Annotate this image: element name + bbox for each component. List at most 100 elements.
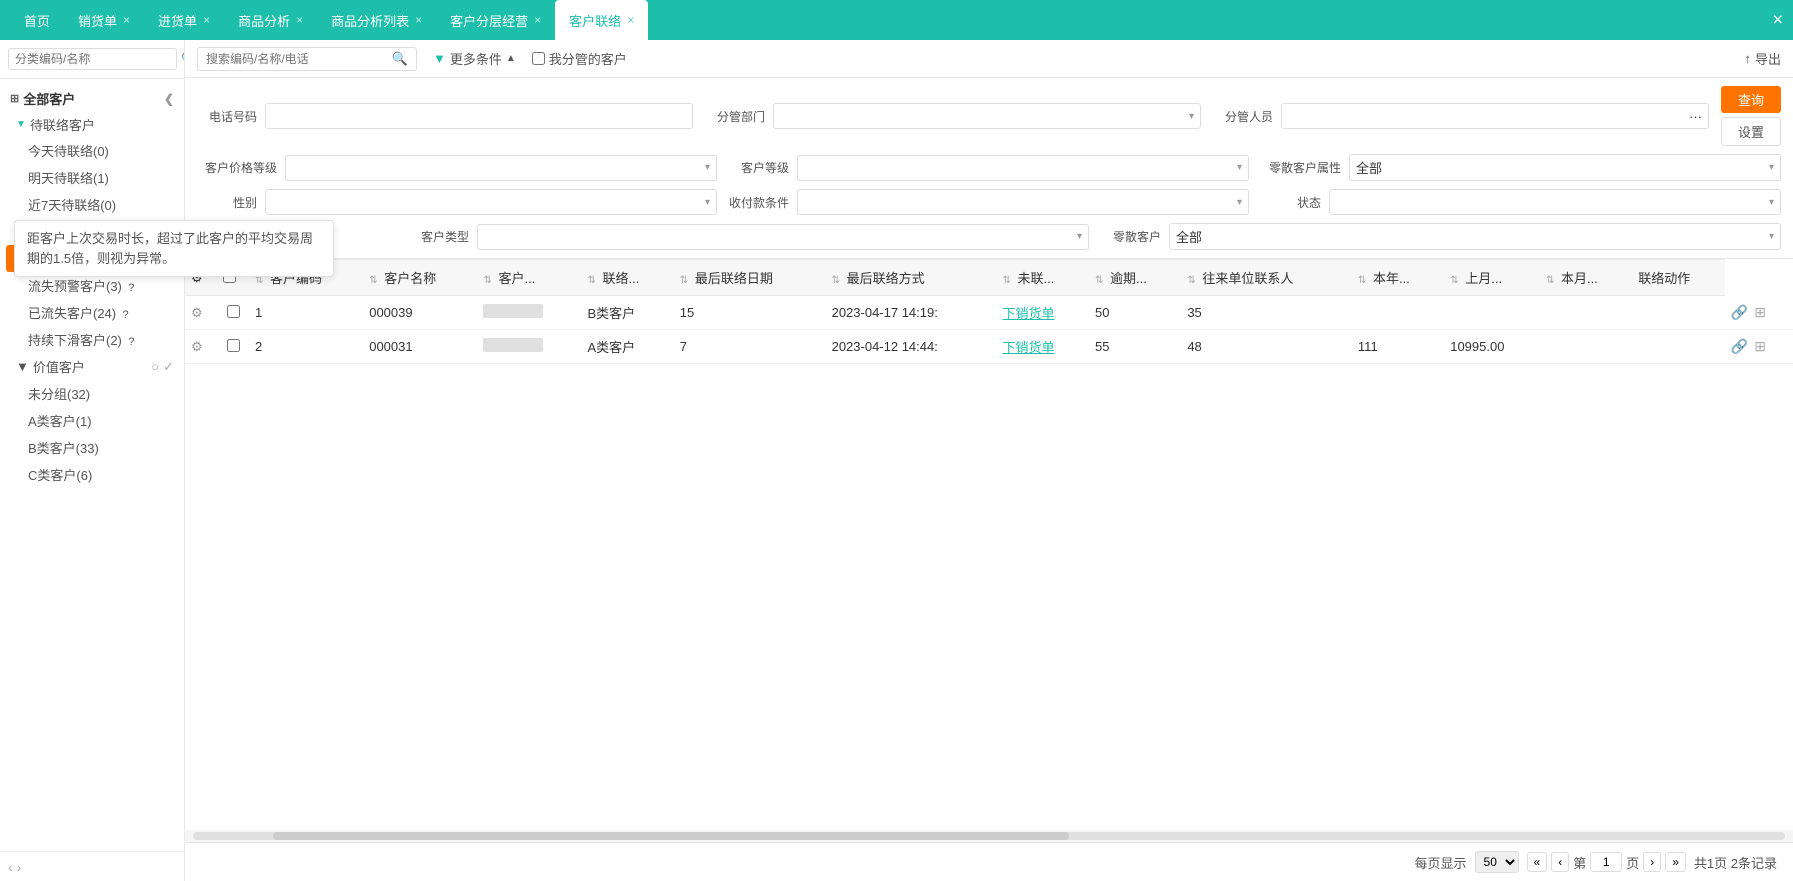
- retail-attr-select[interactable]: 全部 ▾: [1349, 154, 1781, 181]
- search-input[interactable]: [206, 52, 392, 66]
- last-page-button[interactable]: »: [1665, 852, 1686, 872]
- sidebar-declining[interactable]: 持续下滑客户(2) ?: [0, 326, 184, 353]
- th-level[interactable]: 客户...: [477, 260, 581, 296]
- gender-select[interactable]: ▾: [265, 189, 717, 215]
- sidebar-next-btn[interactable]: ›: [17, 859, 22, 875]
- row-last-month: [1540, 330, 1632, 364]
- status-select[interactable]: ▾: [1329, 189, 1781, 215]
- sidebar-b-customers[interactable]: B类客户(33): [0, 434, 184, 461]
- triangle-icon: ▼: [16, 119, 26, 130]
- payment-label: 收付款条件: [729, 194, 789, 211]
- status-label: 状态: [1261, 194, 1321, 211]
- prev-page-button[interactable]: ‹: [1551, 852, 1569, 872]
- search-icon[interactable]: 🔍: [392, 51, 408, 67]
- action-buttons: 查询 设置: [1721, 86, 1781, 146]
- sidebar-bottom: ‹ ›: [0, 851, 184, 881]
- more-conditions-btn[interactable]: ▼ 更多条件 ▲: [427, 46, 522, 71]
- window-close-button[interactable]: ×: [1772, 10, 1783, 31]
- row-overdue: 48: [1181, 330, 1352, 364]
- scrollbar-thumb[interactable]: [273, 832, 1069, 840]
- th-this-year[interactable]: 本年...: [1352, 260, 1444, 296]
- sidebar-prev-btn[interactable]: ‹: [8, 859, 13, 875]
- row-last-contact-method[interactable]: 下销货单: [997, 330, 1090, 364]
- link-icon[interactable]: 🔗: [1731, 304, 1748, 321]
- next-page-button[interactable]: ›: [1643, 852, 1661, 872]
- manager-select[interactable]: ···: [1281, 103, 1709, 129]
- sidebar-already-lost[interactable]: 已流失客户(24) ?: [0, 299, 184, 326]
- row-last-contact-method[interactable]: 下销货单: [997, 296, 1090, 330]
- page-number-input[interactable]: [1590, 852, 1622, 872]
- nav-product-analysis[interactable]: 商品分析 ×: [224, 0, 317, 40]
- th-last-contact-date[interactable]: 最后联络日期: [674, 260, 826, 296]
- payment-select[interactable]: ▾: [797, 189, 1249, 215]
- close-icon[interactable]: ×: [296, 13, 303, 27]
- row-gear-icon[interactable]: ⚙: [185, 296, 217, 330]
- customer-level-select[interactable]: ▾: [797, 155, 1249, 181]
- th-this-month[interactable]: 本月...: [1540, 260, 1632, 296]
- sidebar-content: ⊞ 全部客户 ❮ ▼ 待联络客户 今天待联络(0) 明天待联络(1) 近7天待联…: [0, 79, 184, 851]
- chevron-down-icon: ▾: [1769, 197, 1774, 208]
- sidebar-tomorrow-pending[interactable]: 明天待联络(1): [0, 164, 184, 191]
- close-icon[interactable]: ×: [203, 13, 210, 27]
- row-checkbox[interactable]: [217, 330, 249, 364]
- horizontal-scrollbar[interactable]: [185, 830, 1793, 842]
- nav-purchase-order[interactable]: 进货单 ×: [144, 0, 224, 40]
- value-customers-group[interactable]: ▼ 价值客户 ○ ✓: [0, 353, 184, 380]
- grid-icon[interactable]: ⊞: [1754, 338, 1766, 355]
- grid-icon[interactable]: ⊞: [1754, 304, 1766, 321]
- th-last-month[interactable]: 上月...: [1444, 260, 1540, 296]
- pending-contact-group[interactable]: ▼ 待联络客户: [0, 112, 184, 137]
- query-button[interactable]: 查询: [1721, 86, 1781, 113]
- row-last-month: [1540, 296, 1632, 330]
- sidebar-a-customers[interactable]: A类客户(1): [0, 407, 184, 434]
- th-overdue[interactable]: 逾期...: [1089, 260, 1181, 296]
- th-last-contact-method[interactable]: 最后联络方式: [826, 260, 997, 296]
- row-level: A类客户: [582, 330, 674, 364]
- check-icon[interactable]: ✓: [163, 359, 174, 375]
- table-area: ⚙ 客户编码 客户名称 客户... 联络...: [185, 259, 1793, 830]
- sidebar-c-customers[interactable]: C类客户(6): [0, 461, 184, 488]
- nav-sales-order[interactable]: 销货单 ×: [64, 0, 144, 40]
- price-level-select[interactable]: ▾: [285, 155, 717, 181]
- sidebar-search-input[interactable]: [8, 48, 177, 70]
- row-name: [477, 296, 581, 330]
- nav-customer-contact[interactable]: 客户联络 ×: [555, 0, 648, 40]
- sidebar-today-pending[interactable]: 今天待联络(0): [0, 137, 184, 164]
- nav-customer-segment[interactable]: 客户分层经营 ×: [436, 0, 555, 40]
- th-action: 联络动作: [1632, 260, 1725, 296]
- close-icon[interactable]: ×: [627, 13, 634, 27]
- link-icon[interactable]: 🔗: [1731, 338, 1748, 355]
- phone-cell: 电话号码: [197, 103, 693, 129]
- th-name[interactable]: 客户名称: [363, 260, 477, 296]
- first-page-button[interactable]: «: [1527, 852, 1548, 872]
- close-icon[interactable]: ×: [415, 13, 422, 27]
- sidebar-week-pending[interactable]: 近7天待联络(0): [0, 191, 184, 218]
- payment-cell: 收付款条件 ▾: [729, 189, 1249, 215]
- nav-product-analysis-list[interactable]: 商品分析列表 ×: [317, 0, 436, 40]
- row-gear-icon[interactable]: ⚙: [185, 330, 217, 364]
- row-checkbox[interactable]: [217, 296, 249, 330]
- customer-type-select[interactable]: ▾: [477, 224, 1089, 250]
- triangle-icon: ▼: [16, 359, 29, 374]
- my-customers-checkbox[interactable]: [532, 52, 545, 65]
- row-name: [477, 330, 581, 364]
- circle-icon[interactable]: ○: [151, 359, 159, 375]
- th-contact-person[interactable]: 往来单位联系人: [1181, 260, 1352, 296]
- export-button[interactable]: ↑ 导出: [1744, 49, 1781, 68]
- page-size-select[interactable]: 50: [1475, 851, 1519, 873]
- retail-select[interactable]: 全部 ▾: [1169, 223, 1781, 250]
- top-navigation: 首页 销货单 × 进货单 × 商品分析 × 商品分析列表 × 客户分层经营 × …: [0, 0, 1793, 40]
- close-icon[interactable]: ×: [123, 13, 130, 27]
- sidebar-ungraded[interactable]: 未分组(32): [0, 380, 184, 407]
- close-icon[interactable]: ×: [534, 13, 541, 27]
- all-customers-header[interactable]: ⊞ 全部客户 ❮: [0, 85, 184, 112]
- th-contact-count[interactable]: 联络...: [582, 260, 674, 296]
- th-uncontacted[interactable]: 未联...: [997, 260, 1090, 296]
- settings-button[interactable]: 设置: [1721, 117, 1781, 146]
- collapse-icon[interactable]: ❮: [164, 92, 174, 106]
- nav-home[interactable]: 首页: [10, 0, 64, 40]
- dept-select[interactable]: ▾: [773, 103, 1201, 129]
- row-last-contact-date: 2023-04-12 14:44:: [826, 330, 997, 364]
- phone-input[interactable]: [265, 103, 693, 129]
- chevron-up-icon: ▲: [506, 53, 516, 64]
